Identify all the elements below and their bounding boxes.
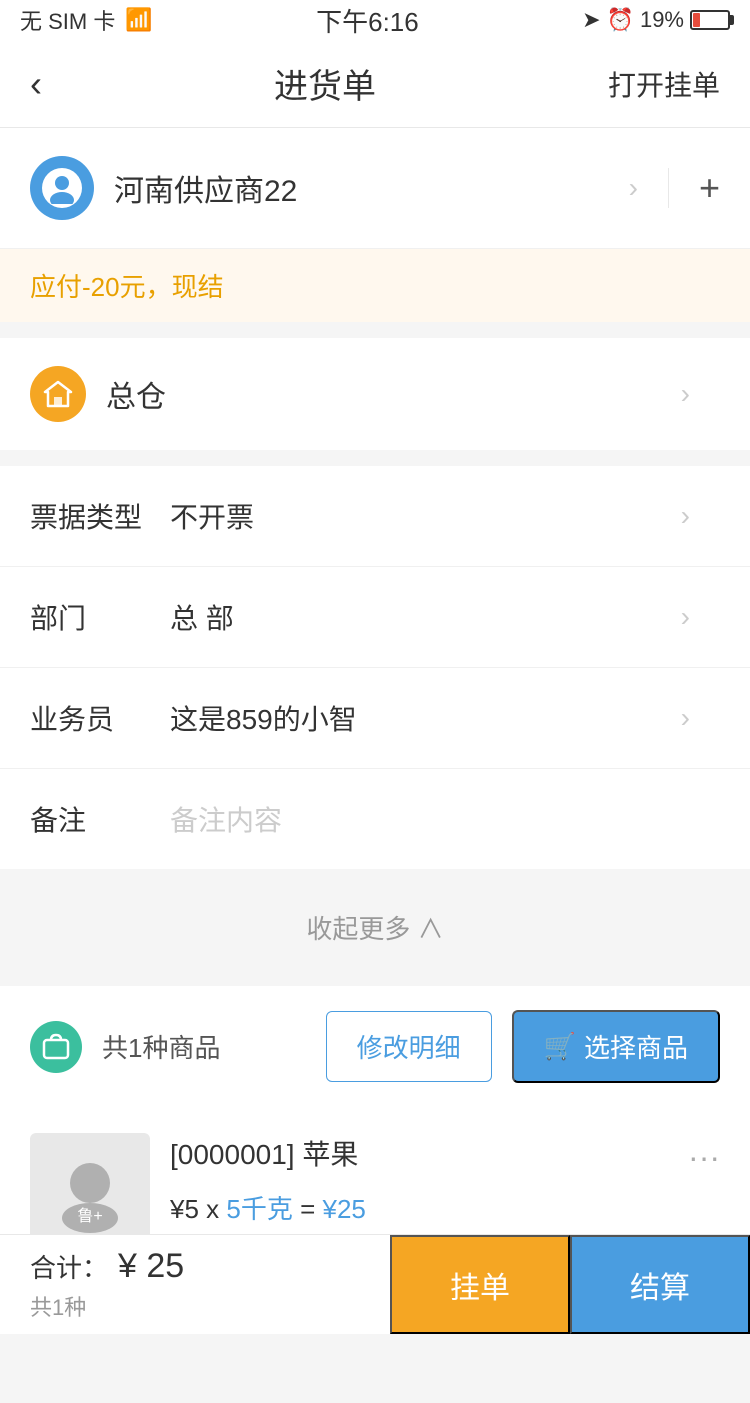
product-price-row: ¥5 x 5千克 = ¥25 xyxy=(170,1189,668,1226)
location-icon: ➤ xyxy=(582,7,600,33)
product-count-icon xyxy=(30,1021,82,1073)
product-info: [0000001] 苹果 ¥5 x 5千克 = ¥25 xyxy=(170,1133,668,1226)
cart-icon xyxy=(41,1032,71,1062)
equals-sign: = xyxy=(300,1194,322,1224)
pending-button[interactable]: 挂单 xyxy=(390,1235,570,1334)
total-label: 合计： xyxy=(30,1248,108,1285)
dept-label: 部门 xyxy=(30,597,150,637)
main-content: 河南供应商22 › + 应付-20元，现结 总仓 › 票据类型 不开票 › xyxy=(0,128,750,1403)
back-button[interactable]: ‹ xyxy=(30,63,42,105)
warehouse-name: 总仓 xyxy=(106,372,681,416)
unit-price: ¥5 xyxy=(170,1194,199,1224)
warehouse-row[interactable]: 总仓 › xyxy=(0,338,750,450)
avatar-inner xyxy=(42,168,82,208)
warehouse-card[interactable]: 总仓 › xyxy=(0,338,750,450)
remark-row[interactable]: 备注 备注内容 xyxy=(0,769,750,869)
invoice-chevron-icon: › xyxy=(681,500,690,532)
product-title: 苹果 xyxy=(302,1139,358,1170)
sales-chevron-icon: › xyxy=(681,702,690,734)
add-button[interactable]: + xyxy=(699,167,720,209)
nav-bar: ‹ 进货单 打开挂单 xyxy=(0,40,750,128)
collapse-button[interactable]: 收起更多 ∧ xyxy=(0,885,750,970)
page-title: 进货单 xyxy=(274,59,376,108)
invoice-row[interactable]: 票据类型 不开票 › xyxy=(0,466,750,567)
status-left: 无 SIM 卡 📶 xyxy=(20,4,153,36)
cart-add-icon: 🛒 xyxy=(544,1031,576,1062)
total-section: 合计： ¥ 25 共1种 xyxy=(0,1235,390,1334)
product-count: 共1种商品 xyxy=(102,1028,306,1065)
house-icon xyxy=(43,379,73,409)
bottom-bar: 合计： ¥ 25 共1种 挂单 结算 xyxy=(0,1234,750,1334)
total-count: 共1种 xyxy=(30,1290,360,1322)
supplier-avatar xyxy=(30,156,94,220)
alarm-icon: ⏰ xyxy=(607,7,634,33)
dept-value: 总 部 xyxy=(150,597,681,637)
total-line: 合计： ¥ 25 xyxy=(30,1247,360,1286)
supplier-name: 河南供应商22 xyxy=(114,166,629,210)
product-total: ¥25 xyxy=(323,1194,366,1224)
form-card: 票据类型 不开票 › 部门 总 部 › 业务员 这是859的小智 › 备注 备注… xyxy=(0,466,750,869)
select-product-button[interactable]: 🛒 选择商品 xyxy=(512,1010,720,1083)
remark-input[interactable]: 备注内容 xyxy=(150,799,720,839)
sales-label: 业务员 xyxy=(30,698,150,738)
product-header: 共1种商品 修改明细 🛒 选择商品 xyxy=(0,986,750,1107)
wifi-icon: 📶 xyxy=(125,7,152,33)
invoice-value: 不开票 xyxy=(150,496,681,536)
warehouse-chevron-icon: › xyxy=(681,378,690,410)
sales-value: 这是859的小智 xyxy=(150,698,681,738)
divider xyxy=(668,168,669,208)
supplier-row[interactable]: 河南供应商22 › + xyxy=(0,128,750,249)
supplier-notice: 应付-20元，现结 xyxy=(0,249,750,322)
multiply-sign: x xyxy=(206,1194,226,1224)
battery-fill xyxy=(693,13,700,27)
carrier-label: 无 SIM 卡 xyxy=(20,4,115,36)
product-more-button[interactable]: ··· xyxy=(688,1133,720,1176)
supplier-chevron-icon: › xyxy=(629,172,638,204)
open-pending-button[interactable]: 打开挂单 xyxy=(608,64,720,104)
person-icon xyxy=(46,172,78,204)
status-right: ➤ ⏰ 19% xyxy=(582,7,730,33)
sales-row[interactable]: 业务员 这是859的小智 › xyxy=(0,668,750,769)
dept-row[interactable]: 部门 总 部 › xyxy=(0,567,750,668)
remark-label: 备注 xyxy=(30,799,150,839)
svg-text:鲁+: 鲁+ xyxy=(77,1207,102,1225)
edit-detail-button[interactable]: 修改明细 xyxy=(326,1011,492,1082)
invoice-label: 票据类型 xyxy=(30,496,150,536)
total-amount: ¥ 25 xyxy=(118,1247,184,1286)
quantity: 5千克 xyxy=(226,1194,292,1224)
warehouse-icon xyxy=(30,366,86,422)
dept-chevron-icon: › xyxy=(681,601,690,633)
battery-icon xyxy=(690,10,730,30)
supplier-card: 河南供应商22 › + 应付-20元，现结 xyxy=(0,128,750,322)
product-image-placeholder: 鲁+ xyxy=(50,1153,130,1233)
select-product-label: 选择商品 xyxy=(584,1028,688,1065)
status-bar: 无 SIM 卡 📶 下午6:16 ➤ ⏰ 19% xyxy=(0,0,750,40)
product-name: [0000001] 苹果 xyxy=(170,1133,668,1173)
product-code: [0000001] xyxy=(170,1139,295,1170)
status-time: 下午6:16 xyxy=(316,2,419,39)
checkout-button[interactable]: 结算 xyxy=(570,1235,750,1334)
battery-percent: 19% xyxy=(640,7,684,33)
